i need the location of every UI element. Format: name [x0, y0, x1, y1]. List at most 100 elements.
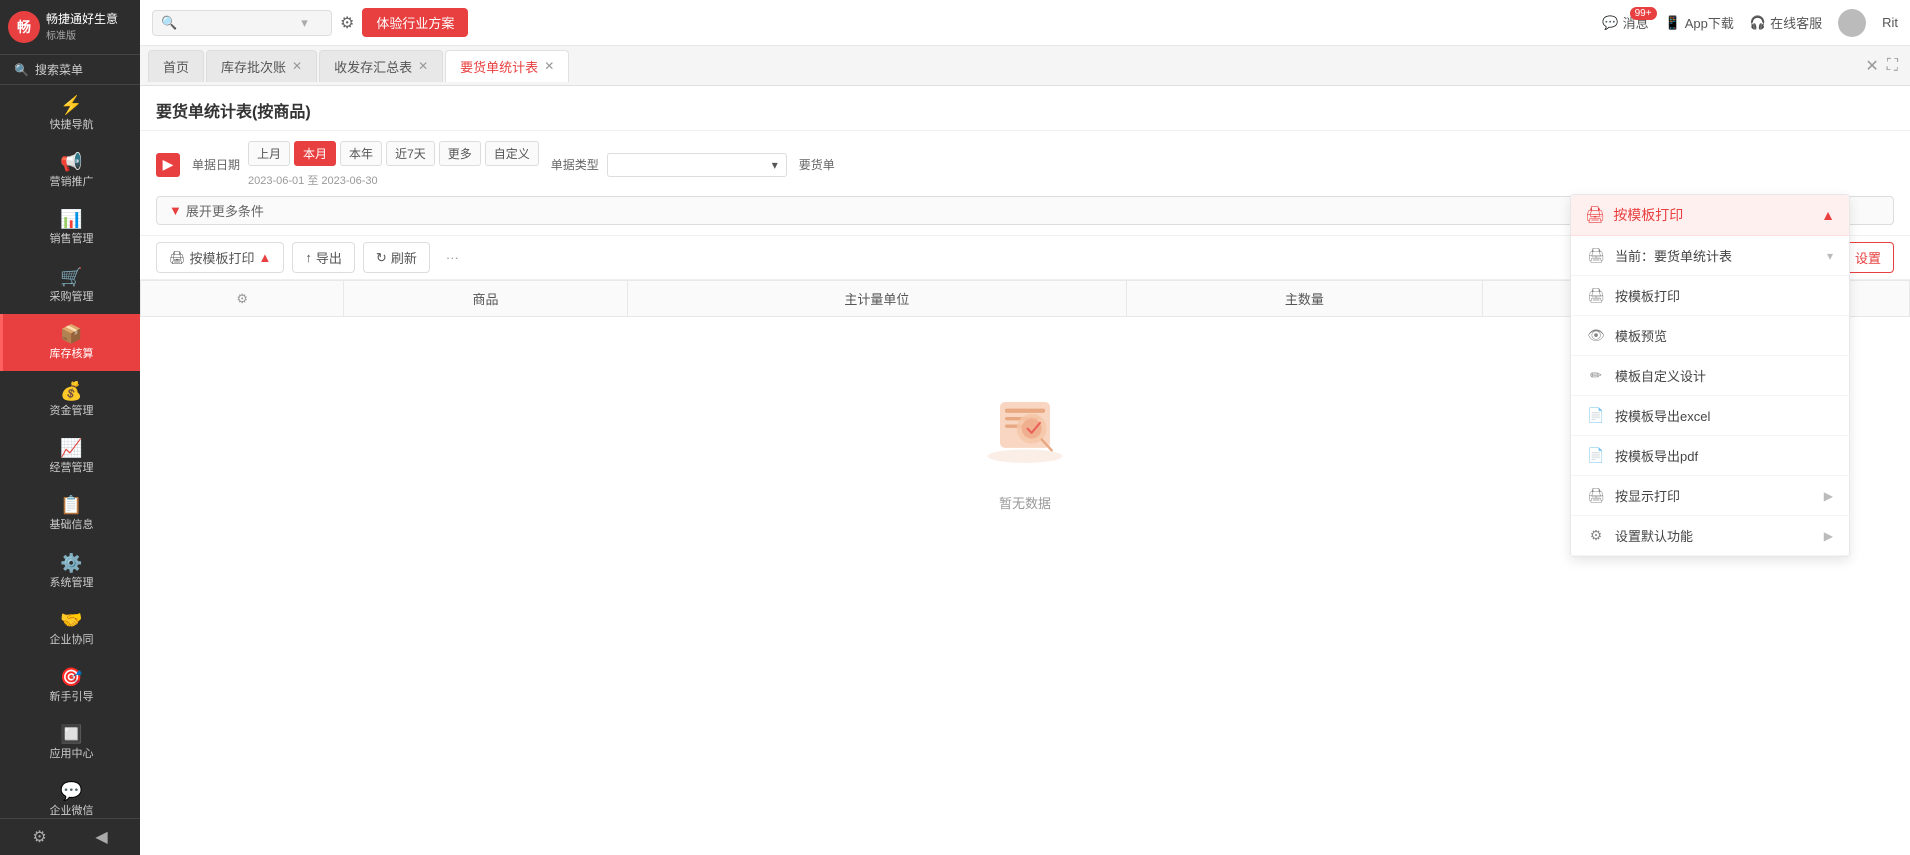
topbar-gear-icon[interactable]: ⚙	[340, 13, 354, 33]
date-filter-label: 单据日期	[192, 156, 240, 173]
tab-inventory-batch[interactable]: 库存批次账✕	[206, 50, 317, 82]
dropdown-item-set-default[interactable]: ⚙ 设置默认功能 ▶	[1571, 516, 1849, 556]
collapse-icon[interactable]: ◀	[95, 827, 107, 847]
sidebar-item-sales[interactable]: 📊 销售管理	[0, 199, 140, 256]
filter-row: ▶ 单据日期 上月本月本年近7天更多自定义2023-06-01 至 2023-0…	[156, 141, 1894, 188]
sidebar-item-purchase[interactable]: 🛒采购管理	[0, 257, 140, 314]
doc-type-filter-group: 单据类型 ▾	[551, 153, 787, 177]
date-btn-本月[interactable]: 本月	[294, 141, 336, 166]
date-btn-上月[interactable]: 上月	[248, 141, 290, 166]
print-icon: 🖨	[169, 250, 186, 266]
messages-badge: 99+	[1630, 7, 1657, 20]
sales-label: 销售管理	[50, 233, 94, 246]
quick-nav-icon: ⚡	[60, 95, 82, 116]
expand-arrow-icon: ▼	[169, 203, 182, 218]
tab-label-receipt-summary: 收发存汇总表	[334, 57, 412, 76]
sidebar-item-system[interactable]: ⚙️系统管理	[0, 543, 140, 600]
purchase-label: 采购管理	[50, 291, 94, 304]
settings-icon[interactable]: ⚙	[32, 827, 46, 847]
sidebar-item-finance[interactable]: 💰资金管理	[0, 371, 140, 428]
dropdown-item-template-excel[interactable]: 📄 按模板导出excel	[1571, 396, 1849, 436]
sales-icon: 📊	[60, 209, 82, 230]
messages-btn[interactable]: 💬 消息 99+	[1602, 13, 1648, 32]
sidebar-footer: ⚙ ◀	[0, 818, 140, 855]
col-header-unit: 主计量单位	[627, 281, 1127, 317]
message-icon: 💬	[1602, 15, 1618, 31]
tab-close-receipt-summary[interactable]: ✕	[418, 59, 428, 73]
dropdown-item-template-preview[interactable]: 👁 模板预览	[1571, 316, 1849, 356]
date-btn-近7天[interactable]: 近7天	[386, 141, 435, 166]
date-btn-自定义[interactable]: 自定义	[485, 141, 539, 166]
topbar-search-icon: 🔍	[161, 15, 177, 31]
order-type-label: 要货单	[799, 156, 835, 173]
display-print-left: 🖨 按显示打印	[1587, 486, 1680, 505]
topbar-search-dropdown-icon[interactable]: ▾	[301, 15, 308, 31]
sidebar-item-guide[interactable]: 🎯新手引导	[0, 657, 140, 714]
date-btn-更多[interactable]: 更多	[439, 141, 481, 166]
app-name: 畅捷通好生意	[46, 12, 118, 28]
operations-label: 经营管理	[50, 462, 94, 475]
operations-icon: 📈	[60, 438, 82, 459]
logo-icon: 畅	[8, 11, 40, 43]
dropdown-item-template-pdf[interactable]: 📄 按模板导出pdf	[1571, 436, 1849, 476]
sidebar-item-inventory[interactable]: 📦库存核算	[0, 314, 140, 371]
dropdown-item-current[interactable]: 🖨 当前：要货单统计表 ▾	[1571, 236, 1849, 276]
export-btn[interactable]: ↑ 导出	[292, 242, 355, 273]
topbar-search[interactable]: 🔍 ▾	[152, 10, 332, 36]
collab-label: 企业协同	[50, 634, 94, 647]
quick-nav-label: 快捷导航	[50, 119, 94, 132]
more-options-icon[interactable]: ···	[438, 246, 467, 269]
app-logo: 畅 畅捷通好生意 标准版	[0, 0, 140, 55]
doc-type-select[interactable]: ▾	[607, 153, 787, 177]
inventory-label: 库存核算	[50, 348, 94, 361]
system-icon: ⚙️	[60, 553, 82, 574]
set-default-arrow-icon: ▶	[1824, 529, 1833, 543]
sidebar-item-wechat[interactable]: 💬企业微信	[0, 771, 140, 818]
avatar[interactable]	[1838, 9, 1866, 37]
dropdown-item-display-print[interactable]: 🖨 按显示打印 ▶	[1571, 476, 1849, 516]
print-dropdown-menu: 🖨 按模板打印 ▲ 🖨 当前：要货单统计表 ▾ 🖨 按模板打印 👁 模板预览 ✏	[1570, 194, 1850, 557]
tab-order-stats[interactable]: 要货单统计表✕	[445, 50, 569, 82]
dropdown-header[interactable]: 🖨 按模板打印 ▲	[1571, 195, 1849, 236]
empty-text: 暂无数据	[999, 493, 1051, 512]
current-arrow-icon: ▾	[1827, 249, 1833, 263]
col-header-gear[interactable]: ⚙	[141, 281, 344, 317]
sidebar-item-marketing[interactable]: 📢营销推广	[0, 142, 140, 199]
sidebar-item-operations[interactable]: 📈 经营管理	[0, 428, 140, 485]
finance-label: 资金管理	[50, 405, 94, 418]
basic-icon: 📋	[60, 495, 82, 516]
template-excel-icon: 📄	[1587, 407, 1605, 424]
refresh-btn[interactable]: ↻ 刷新	[363, 242, 430, 273]
date-btn-本年[interactable]: 本年	[340, 141, 382, 166]
tab-close-inventory-batch[interactable]: ✕	[292, 59, 302, 73]
sidebar-nav: ⚡ 快捷导航 📢营销推广 📊 销售管理 🛒采购管理📦库存核算💰资金管理 📈 经营管理 📋 基础信息…	[0, 85, 140, 818]
tab-label-home: 首页	[163, 57, 189, 76]
print-template-btn[interactable]: 🖨 按模板打印 ▲	[156, 242, 284, 273]
sidebar-item-collab[interactable]: 🤝企业协同	[0, 600, 140, 657]
table-gear-icon[interactable]: ⚙	[236, 291, 248, 306]
tab-home[interactable]: 首页	[148, 50, 204, 82]
maximize-window-icon[interactable]: ⛶	[1887, 57, 1898, 75]
basic-label: 基础信息	[50, 519, 94, 532]
wechat-label: 企业微信	[50, 805, 94, 818]
set-default-left: ⚙ 设置默认功能	[1587, 526, 1693, 545]
topbar-right: 💬 消息 99+ 📱 App下载 🎧 在线客服 Rit	[1602, 9, 1898, 37]
trial-button[interactable]: 体验行业方案	[362, 8, 468, 37]
online-service-btn[interactable]: 🎧 在线客服	[1750, 13, 1822, 32]
sidebar-item-basic[interactable]: 📋 基础信息	[0, 485, 140, 542]
sidebar-item-apps[interactable]: 🔲应用中心	[0, 714, 140, 771]
app-download-btn[interactable]: 📱 App下载	[1665, 13, 1734, 32]
doc-type-label: 单据类型	[551, 156, 599, 173]
export-icon: ↑	[305, 250, 312, 265]
template-print-icon: 🖨	[1587, 287, 1605, 304]
filter-expand-icon[interactable]: ▶	[156, 153, 180, 177]
dropdown-item-template-print[interactable]: 🖨 按模板打印	[1571, 276, 1849, 316]
sidebar-item-quick-nav[interactable]: ⚡ 快捷导航	[0, 85, 140, 142]
topbar-search-input[interactable]	[177, 16, 297, 30]
close-window-icon[interactable]: ✕	[1865, 56, 1878, 76]
dropdown-item-template-design[interactable]: ✏ 模板自定义设计	[1571, 356, 1849, 396]
search-menu[interactable]: 🔍 搜索菜单	[0, 55, 140, 85]
date-buttons: 上月本月本年近7天更多自定义2023-06-01 至 2023-06-30	[248, 141, 539, 188]
tab-close-order-stats[interactable]: ✕	[544, 59, 554, 73]
tab-receipt-summary[interactable]: 收发存汇总表 ✕	[319, 50, 443, 82]
